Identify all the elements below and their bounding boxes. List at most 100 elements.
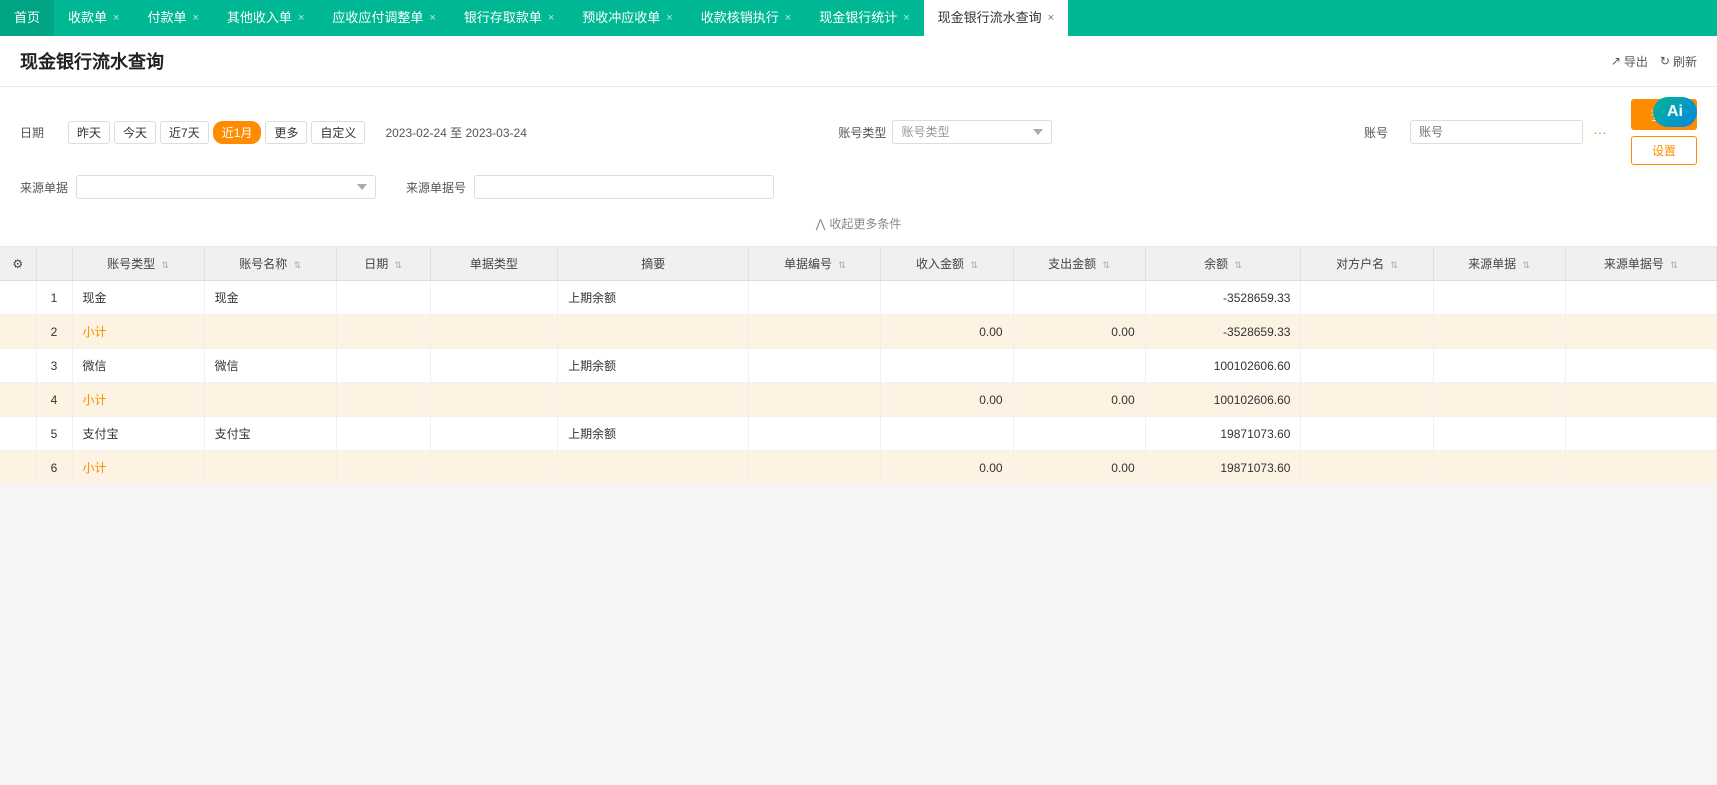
table-cell: 0.00 bbox=[881, 315, 1013, 349]
nav-item-payment[interactable]: 付款单 × bbox=[133, 0, 212, 36]
collapse-bar[interactable]: ⋀ 收起更多条件 bbox=[20, 209, 1697, 236]
settings-button[interactable]: 设置 bbox=[1631, 136, 1697, 165]
table-cell bbox=[749, 383, 881, 417]
table-cell: 0.00 bbox=[881, 383, 1013, 417]
filter-row-source: 来源单据 来源单据号 bbox=[20, 175, 1697, 199]
table-cell bbox=[1301, 451, 1433, 485]
nav-item-ar-ap-adj[interactable]: 应收应付调整单 × bbox=[318, 0, 449, 36]
nav-item-prepaid[interactable]: 预收冲应收单 × bbox=[568, 0, 686, 36]
date-btn-today[interactable]: 今天 bbox=[114, 121, 156, 144]
table-cell: 3 bbox=[36, 349, 72, 383]
table-cell bbox=[1013, 349, 1145, 383]
nav-item-home[interactable]: 首页 bbox=[0, 0, 54, 36]
close-icon[interactable]: × bbox=[666, 0, 672, 36]
date-btn-1month[interactable]: 近1月 bbox=[213, 121, 262, 144]
page-header: 现金银行流水查询 ↗ 导出 ↻ 刷新 bbox=[0, 36, 1717, 87]
table-cell: 上期余额 bbox=[558, 349, 749, 383]
account-type-label: 账号类型 bbox=[838, 124, 886, 141]
date-btn-yesterday[interactable]: 昨天 bbox=[68, 121, 110, 144]
close-icon[interactable]: × bbox=[1048, 0, 1054, 36]
account-label: 账号 bbox=[1364, 124, 1404, 141]
date-btn-7days[interactable]: 近7天 bbox=[160, 121, 209, 144]
table-cell bbox=[1433, 281, 1565, 315]
chevron-up-icon: ⋀ bbox=[816, 217, 826, 231]
date-btn-custom[interactable]: 自定义 bbox=[311, 121, 365, 144]
nav-item-other-income[interactable]: 其他收入单 × bbox=[213, 0, 318, 36]
table-cell bbox=[1565, 451, 1716, 485]
account-type-filter-group: 账号类型 账号类型 bbox=[838, 120, 1052, 144]
close-icon[interactable]: × bbox=[785, 0, 791, 36]
table-cell bbox=[0, 417, 36, 451]
table-cell bbox=[1565, 383, 1716, 417]
date-options: 昨天 今天 近7天 近1月 更多 自定义 bbox=[68, 121, 365, 144]
col-gear[interactable]: ⚙ bbox=[0, 247, 36, 281]
close-icon[interactable]: × bbox=[903, 0, 909, 36]
table-cell: 100102606.60 bbox=[1145, 383, 1301, 417]
table-cell: 现金 bbox=[204, 281, 336, 315]
table-cell: 现金 bbox=[72, 281, 204, 315]
nav-item-cash-stats[interactable]: 现金银行统计 × bbox=[805, 0, 923, 36]
table-cell bbox=[881, 349, 1013, 383]
refresh-button[interactable]: ↻ 刷新 bbox=[1660, 53, 1697, 70]
source-doc-select[interactable] bbox=[76, 175, 376, 199]
table-cell bbox=[336, 383, 430, 417]
date-btn-more[interactable]: 更多 bbox=[265, 121, 307, 144]
table-cell: 5 bbox=[36, 417, 72, 451]
table-cell bbox=[430, 451, 558, 485]
table-cell bbox=[336, 315, 430, 349]
close-icon[interactable]: × bbox=[548, 0, 554, 36]
close-icon[interactable]: × bbox=[298, 0, 304, 36]
nav-item-receipt[interactable]: 收款单 × bbox=[54, 0, 133, 36]
table-cell bbox=[1301, 349, 1433, 383]
source-doc-filter-group: 来源单据 bbox=[20, 175, 376, 199]
export-button[interactable]: ↗ 导出 bbox=[1611, 53, 1648, 70]
table-cell bbox=[1565, 417, 1716, 451]
close-icon[interactable]: × bbox=[192, 0, 198, 36]
table-cell: 100102606.60 bbox=[1145, 349, 1301, 383]
table-cell: 上期余额 bbox=[558, 281, 749, 315]
date-filter-group: 日期 昨天 今天 近7天 近1月 更多 自定义 bbox=[20, 121, 365, 144]
table-cell: 1 bbox=[36, 281, 72, 315]
dots-button[interactable]: ··· bbox=[1589, 124, 1611, 140]
table-cell bbox=[0, 281, 36, 315]
col-date[interactable]: 日期 ⇅ bbox=[336, 247, 430, 281]
table-cell bbox=[558, 383, 749, 417]
table-cell bbox=[430, 315, 558, 349]
table-cell bbox=[1013, 417, 1145, 451]
table-cell: 0.00 bbox=[1013, 315, 1145, 349]
table-cell bbox=[204, 315, 336, 349]
table-cell bbox=[336, 349, 430, 383]
table-cell bbox=[1013, 281, 1145, 315]
col-doc-type: 单据类型 bbox=[430, 247, 558, 281]
col-counterpart[interactable]: 对方户名 ⇅ bbox=[1301, 247, 1433, 281]
account-input[interactable] bbox=[1410, 120, 1583, 144]
table-cell: 0.00 bbox=[881, 451, 1013, 485]
account-type-select[interactable]: 账号类型 bbox=[892, 120, 1052, 144]
close-icon[interactable]: × bbox=[113, 0, 119, 36]
table-cell bbox=[0, 315, 36, 349]
table-cell: 支付宝 bbox=[204, 417, 336, 451]
source-doc-no-filter-group: 来源单据号 bbox=[406, 175, 774, 199]
source-doc-label: 来源单据 bbox=[20, 179, 68, 196]
nav-item-collection[interactable]: 收款核销执行 × bbox=[687, 0, 805, 36]
refresh-icon: ↻ bbox=[1660, 54, 1670, 68]
table-cell: 4 bbox=[36, 383, 72, 417]
source-doc-no-label: 来源单据号 bbox=[406, 179, 466, 196]
source-doc-no-input[interactable] bbox=[474, 175, 774, 199]
date-label: 日期 bbox=[20, 124, 60, 141]
close-icon[interactable]: × bbox=[429, 0, 435, 36]
col-account-type[interactable]: 账号类型 ⇅ bbox=[72, 247, 204, 281]
col-source-doc-no[interactable]: 来源单据号 ⇅ bbox=[1565, 247, 1716, 281]
nav-item-cash-flow[interactable]: 现金银行流水查询 × bbox=[924, 0, 1068, 36]
col-account-name[interactable]: 账号名称 ⇅ bbox=[204, 247, 336, 281]
col-income[interactable]: 收入金额 ⇅ bbox=[881, 247, 1013, 281]
col-doc-no[interactable]: 单据编号 ⇅ bbox=[749, 247, 881, 281]
col-expense[interactable]: 支出金额 ⇅ bbox=[1013, 247, 1145, 281]
table-header-row: ⚙ 账号类型 ⇅ 账号名称 ⇅ 日期 ⇅ 单据类型 摘要 单据编号 ⇅ 收入金额… bbox=[0, 247, 1717, 281]
nav-item-bank-deposit[interactable]: 银行存取款单 × bbox=[450, 0, 568, 36]
top-nav: 首页 收款单 × 付款单 × 其他收入单 × 应收应付调整单 × 银行存取款单 … bbox=[0, 0, 1717, 36]
ai-badge[interactable]: Ai bbox=[1653, 97, 1697, 127]
table-cell bbox=[430, 383, 558, 417]
col-balance[interactable]: 余额 ⇅ bbox=[1145, 247, 1301, 281]
col-source-doc[interactable]: 来源单据 ⇅ bbox=[1433, 247, 1565, 281]
